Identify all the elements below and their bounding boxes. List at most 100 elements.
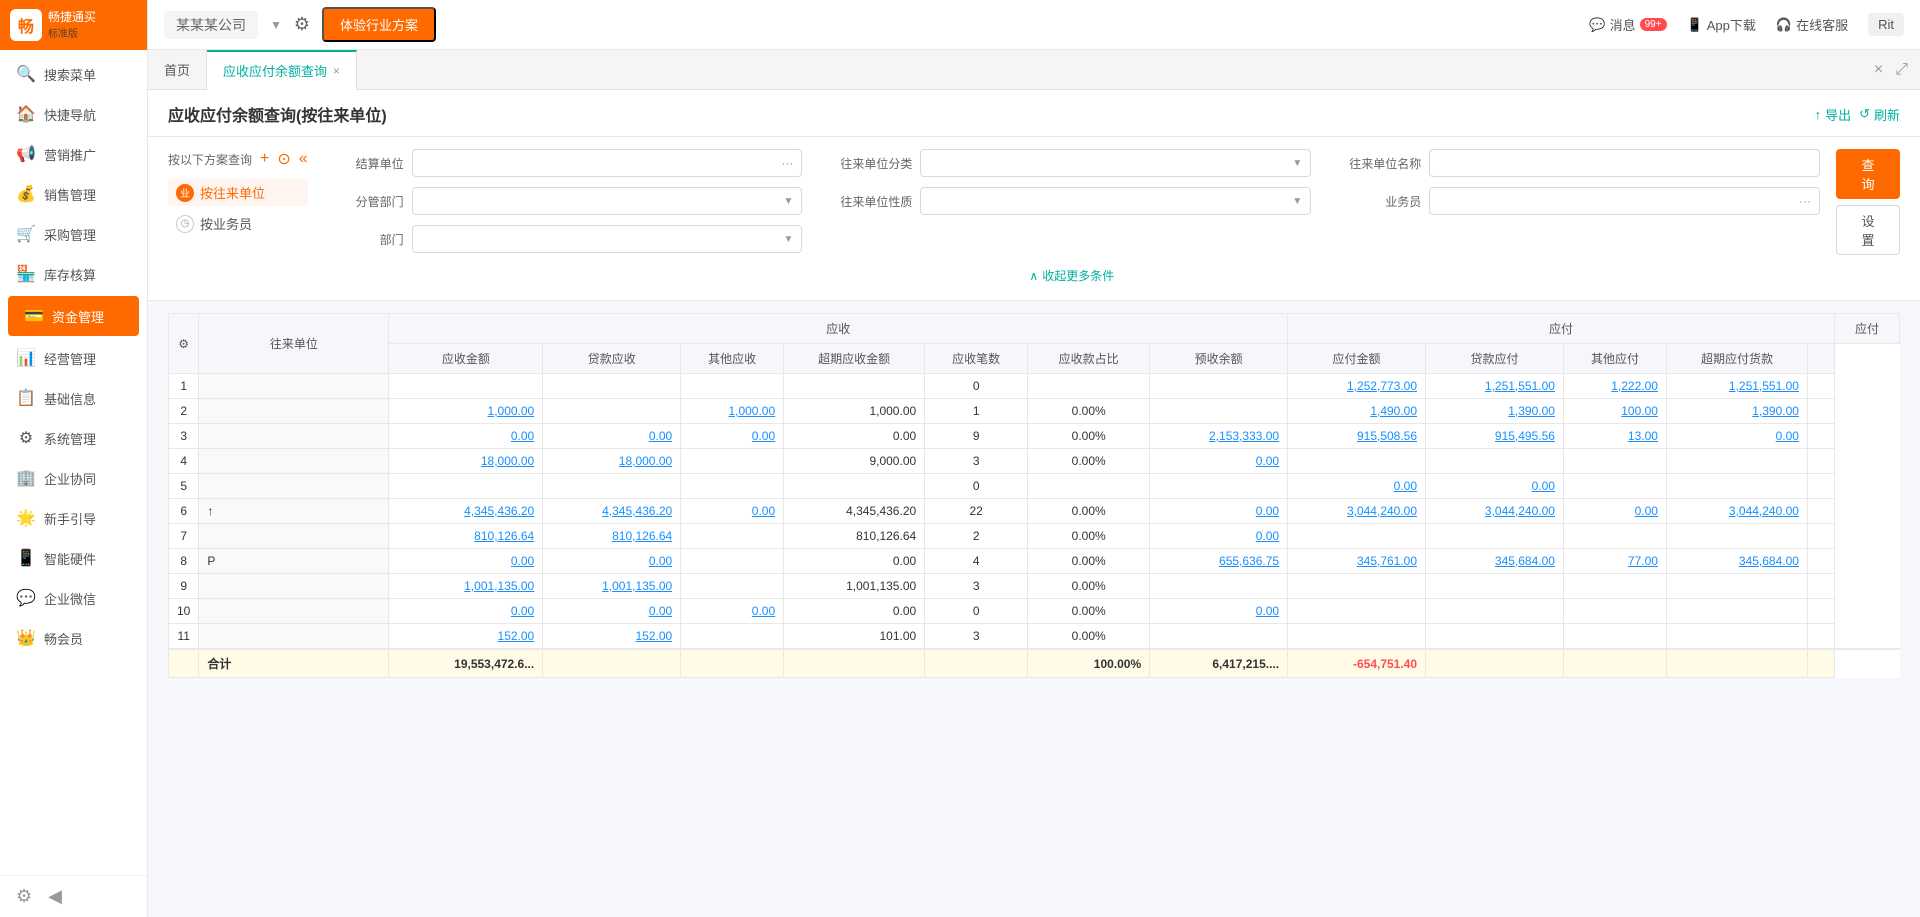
cell-link[interactable]: 345,761.00 <box>1357 554 1417 568</box>
cell-link[interactable]: 915,495.56 <box>1495 429 1555 443</box>
cell-receivable-amount[interactable]: 1,000.00 <box>389 399 543 424</box>
cell-loan-receivable[interactable]: 810,126.64 <box>543 524 681 549</box>
cell-other-payable[interactable] <box>1563 474 1666 499</box>
cell-link[interactable]: 0.00 <box>511 604 534 618</box>
cell-overdue-payable[interactable] <box>1666 574 1807 599</box>
cell-link[interactable]: 4,345,436.20 <box>602 504 672 518</box>
cell-link[interactable]: 0.00 <box>1532 479 1555 493</box>
cell-loan-receivable[interactable] <box>543 474 681 499</box>
cell-overdue-payable[interactable] <box>1666 524 1807 549</box>
jiesuan-input[interactable]: ··· <box>412 149 803 177</box>
cell-receivable-amount[interactable]: 810,126.64 <box>389 524 543 549</box>
export-button[interactable]: ↑ 导出 <box>1815 105 1852 124</box>
cell-overdue-payable[interactable] <box>1666 449 1807 474</box>
cell-loan-receivable[interactable]: 0.00 <box>543 424 681 449</box>
cell-link[interactable]: 915,508.56 <box>1357 429 1417 443</box>
cell-prepaid-balance[interactable]: 0.00 <box>1150 499 1288 524</box>
cell-prepaid-balance[interactable]: 655,636.75 <box>1150 549 1288 574</box>
cell-other-payable[interactable]: 0.00 <box>1563 499 1666 524</box>
cell-link[interactable]: 3,044,240.00 <box>1485 504 1555 518</box>
cell-link[interactable]: 1,490.00 <box>1370 404 1417 418</box>
cell-payable-amount[interactable]: 345,761.00 <box>1288 549 1426 574</box>
cell-other-payable[interactable]: 77.00 <box>1563 549 1666 574</box>
cell-other-payable[interactable] <box>1563 449 1666 474</box>
cell-link[interactable]: 345,684.00 <box>1495 554 1555 568</box>
cell-prepaid-balance[interactable] <box>1150 624 1288 650</box>
cell-link[interactable]: 810,126.64 <box>474 529 534 543</box>
cell-link[interactable]: 3,044,240.00 <box>1729 504 1799 518</box>
sidebar-item-search[interactable]: 🔍搜索菜单 <box>0 54 147 94</box>
cell-loan-receivable[interactable]: 18,000.00 <box>543 449 681 474</box>
add-scheme-icon[interactable]: + <box>260 150 269 168</box>
cell-receivable-amount[interactable]: 152.00 <box>389 624 543 650</box>
sidebar-item-inventory[interactable]: 🏪库存核算 <box>0 254 147 294</box>
cell-receivable-amount[interactable]: 4,345,436.20 <box>389 499 543 524</box>
cell-other-receivable[interactable]: 0.00 <box>681 499 784 524</box>
cell-other-receivable[interactable] <box>681 624 784 650</box>
cell-prepaid-balance[interactable] <box>1150 574 1288 599</box>
cell-link[interactable]: 18,000.00 <box>481 454 534 468</box>
collapse-icon[interactable]: ◀ <box>48 886 62 907</box>
cell-payable-amount[interactable] <box>1288 624 1426 650</box>
cell-overdue-payable[interactable] <box>1666 624 1807 650</box>
sidebar-item-quicknav[interactable]: 🏠快捷导航 <box>0 94 147 134</box>
cell-link[interactable]: 152.00 <box>635 629 672 643</box>
settings-icon[interactable]: ⚙ <box>16 886 32 907</box>
cell-link[interactable]: 0.00 <box>752 429 775 443</box>
cell-link[interactable]: 1,390.00 <box>1752 404 1799 418</box>
cell-loan-payable[interactable] <box>1426 449 1564 474</box>
col-settings-header[interactable]: ⚙ <box>169 314 199 374</box>
sidebar-item-corp[interactable]: 🏢企业协同 <box>0 458 147 498</box>
cell-other-payable[interactable]: 13.00 <box>1563 424 1666 449</box>
cell-loan-payable[interactable]: 1,251,551.00 <box>1426 374 1564 399</box>
cell-payable-amount[interactable]: 1,490.00 <box>1288 399 1426 424</box>
cell-loan-receivable[interactable]: 0.00 <box>543 549 681 574</box>
cell-loan-receivable[interactable] <box>543 399 681 424</box>
cell-link[interactable]: 100.00 <box>1621 404 1658 418</box>
cell-link[interactable]: 1,000.00 <box>488 404 535 418</box>
cell-loan-payable[interactable] <box>1426 624 1564 650</box>
cell-other-receivable[interactable]: 0.00 <box>681 424 784 449</box>
refresh-button[interactable]: ↺ 刷新 <box>1859 105 1900 124</box>
cell-overdue-payable[interactable]: 345,684.00 <box>1666 549 1807 574</box>
cell-link[interactable]: 0.00 <box>752 504 775 518</box>
sidebar-item-sales[interactable]: 💰销售管理 <box>0 174 147 214</box>
tab-receivable[interactable]: 应收应付余额查询 × <box>207 50 357 90</box>
cell-other-payable[interactable] <box>1563 624 1666 650</box>
customer-service-button[interactable]: 🎧 在线客服 <box>1776 15 1848 34</box>
cell-link[interactable]: 810,126.64 <box>612 529 672 543</box>
cell-link[interactable]: 0.00 <box>1256 529 1279 543</box>
cell-other-payable[interactable] <box>1563 599 1666 624</box>
cell-prepaid-balance[interactable]: 0.00 <box>1150 524 1288 549</box>
cell-link[interactable]: 4,345,436.20 <box>464 504 534 518</box>
cell-link[interactable]: 655,636.75 <box>1219 554 1279 568</box>
window-maximize-icon[interactable]: ⤢ <box>1891 57 1912 83</box>
user-menu[interactable]: Rit <box>1868 13 1904 36</box>
cell-overdue-payable[interactable] <box>1666 599 1807 624</box>
sidebar-item-guide[interactable]: 🌟新手引导 <box>0 498 147 538</box>
sidebar-item-wechat[interactable]: 💬企业微信 <box>0 578 147 618</box>
collapse-button[interactable]: ∧ 收起更多条件 <box>324 263 1820 288</box>
cell-prepaid-balance[interactable] <box>1150 474 1288 499</box>
cell-link[interactable]: 0.00 <box>752 604 775 618</box>
cell-loan-payable[interactable] <box>1426 574 1564 599</box>
sidebar-item-member[interactable]: 👑畅会员 <box>0 618 147 658</box>
promo-button[interactable]: 体验行业方案 <box>322 7 436 42</box>
tab-home[interactable]: 首页 <box>148 50 207 90</box>
wanglai-nature-input[interactable]: ▼ <box>920 187 1311 215</box>
window-close-icon[interactable]: × <box>1870 57 1887 83</box>
topbar-gear-icon[interactable]: ⚙ <box>294 14 310 35</box>
cell-loan-receivable[interactable]: 152.00 <box>543 624 681 650</box>
cell-link[interactable]: 0.00 <box>511 554 534 568</box>
cell-loan-payable[interactable]: 3,044,240.00 <box>1426 499 1564 524</box>
cell-receivable-amount[interactable]: 0.00 <box>389 549 543 574</box>
sidebar-item-marketing[interactable]: 📢营销推广 <box>0 134 147 174</box>
cell-loan-payable[interactable]: 345,684.00 <box>1426 549 1564 574</box>
cell-other-receivable[interactable] <box>681 374 784 399</box>
sidebar-item-finance[interactable]: 💳资金管理 <box>8 296 139 336</box>
cell-link[interactable]: 0.00 <box>1256 454 1279 468</box>
cell-other-payable[interactable] <box>1563 524 1666 549</box>
cell-prepaid-balance[interactable] <box>1150 374 1288 399</box>
cell-receivable-amount[interactable]: 0.00 <box>389 424 543 449</box>
cell-prepaid-balance[interactable]: 2,153,333.00 <box>1150 424 1288 449</box>
